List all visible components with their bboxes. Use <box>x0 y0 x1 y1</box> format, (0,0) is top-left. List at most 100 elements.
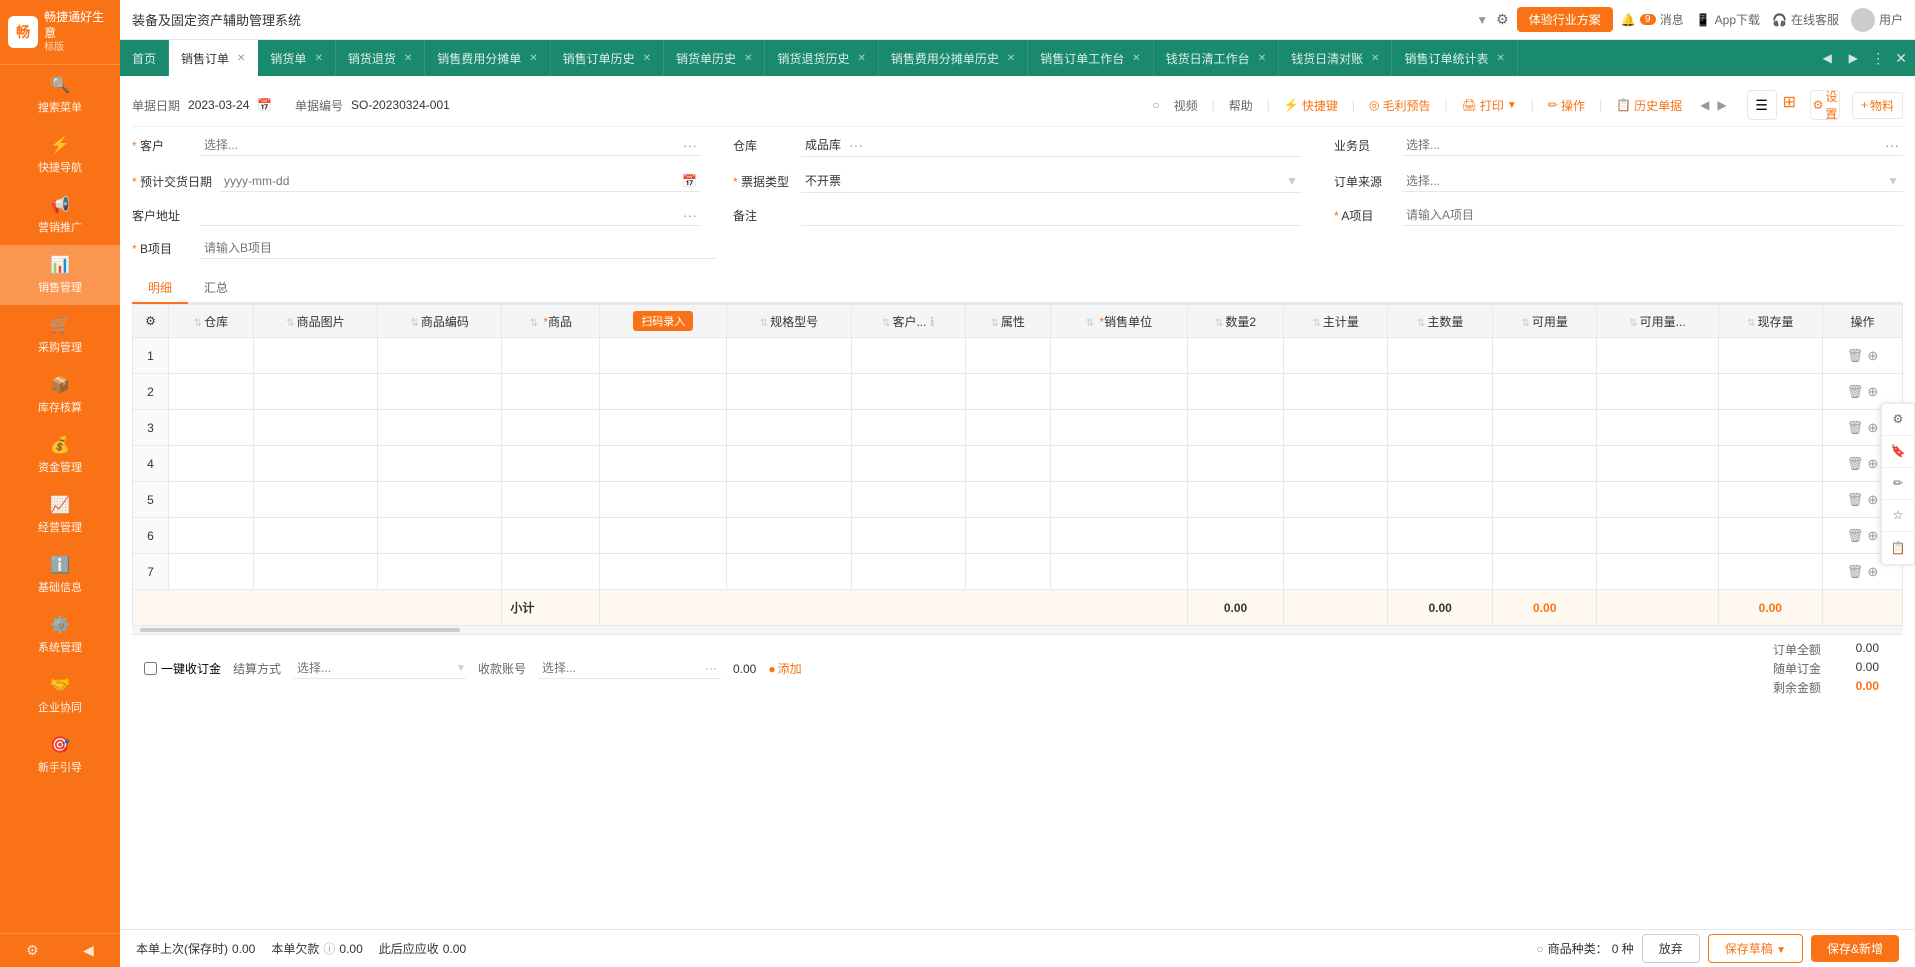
nav-prev-icon[interactable]: ◀ <box>1700 98 1709 112</box>
calendar2-icon[interactable]: 📅 <box>678 174 701 188</box>
discard-button[interactable]: 放弃 <box>1642 934 1700 963</box>
view-btn[interactable]: 视频 <box>1168 95 1204 116</box>
salesman-ellipsis[interactable]: ··· <box>1881 137 1903 153</box>
delete-icon[interactable]: 🗑 <box>1847 384 1864 400</box>
row-2-main-qty[interactable] <box>1388 374 1493 410</box>
address-input[interactable] <box>200 205 679 225</box>
delete-icon[interactable]: 🗑 <box>1847 456 1864 472</box>
tab-expense-history[interactable]: 销售费用分摊单历史 ✕ <box>879 40 1028 76</box>
save-draft-button[interactable]: 保存草稿 ▼ <box>1708 934 1803 963</box>
tab-home[interactable]: 首页 <box>120 40 169 76</box>
tab-detail[interactable]: 明细 <box>132 273 188 304</box>
tab-summary[interactable]: 汇总 <box>188 273 244 302</box>
tab-sales-order-history[interactable]: 销售订单历史 ✕ <box>551 40 664 76</box>
tab-return-history-close[interactable]: ✕ <box>857 53 865 64</box>
sidebar-item-operations[interactable]: 📈 经营管理 <box>0 485 120 545</box>
row-3-attr[interactable] <box>965 410 1050 446</box>
remarks-wrap[interactable] <box>801 205 1302 226</box>
copy-icon[interactable]: ⊕ <box>1867 456 1878 472</box>
tab-sales-return-close[interactable]: ✕ <box>404 53 412 64</box>
one-click-label[interactable]: 一键收订金 <box>144 660 221 677</box>
one-click-checkbox[interactable] <box>144 662 157 675</box>
nav-next-icon[interactable]: ▶ <box>1717 98 1726 112</box>
sidebar-item-enterprise[interactable]: 🤝 企业协同 <box>0 665 120 725</box>
row-1-warehouse[interactable] <box>169 338 254 374</box>
help-btn[interactable]: 帮助 <box>1223 95 1259 116</box>
settings-gear-icon[interactable]: ⚙ <box>1496 11 1509 28</box>
sidebar-item-sales[interactable]: 📊 销售管理 <box>0 245 120 305</box>
salesman-input[interactable] <box>1402 135 1881 155</box>
settings-btn-icon[interactable]: ⚙ 设置 <box>1810 90 1840 120</box>
col-settings[interactable]: ⚙ <box>133 305 169 338</box>
tab-stats-close[interactable]: ✕ <box>1497 53 1505 64</box>
sidebar-item-basic-info[interactable]: ℹ️ 基础信息 <box>0 545 120 605</box>
user-menu[interactable]: 用户 <box>1851 8 1903 32</box>
row-1-attr[interactable] <box>965 338 1050 374</box>
add-collection-btn[interactable]: ● 添加 <box>768 660 801 677</box>
collection-account-input[interactable] <box>538 658 701 678</box>
tab-expense-history-close[interactable]: ✕ <box>1007 53 1015 64</box>
sidebar-item-marketing[interactable]: 📢 营销推广 <box>0 185 120 245</box>
settle-method-input[interactable] <box>293 658 456 678</box>
row-3-qty2[interactable] <box>1188 410 1284 446</box>
order-source-wrap[interactable]: ▼ <box>1402 171 1903 192</box>
calendar-icon[interactable]: 📅 <box>257 98 272 112</box>
address-ellipsis[interactable]: ··· <box>679 207 701 223</box>
row-1-qty2[interactable] <box>1188 338 1284 374</box>
salesman-input-wrap[interactable]: ··· <box>1402 135 1903 156</box>
float-edit-btn[interactable]: ✏ <box>1882 468 1914 500</box>
row-1-unit[interactable] <box>1050 338 1188 374</box>
row-3-warehouse[interactable] <box>169 410 254 446</box>
horizontal-scrollbar[interactable] <box>140 628 460 632</box>
sidebar-collapse-btn[interactable]: ◀ <box>83 942 94 959</box>
tab-close-all-btn[interactable]: ✕ <box>1891 48 1911 69</box>
tab-more-btn[interactable]: ⋮ <box>1867 48 1889 69</box>
row-2-cust-code[interactable] <box>851 374 965 410</box>
copy-icon[interactable]: ⊕ <box>1867 492 1878 508</box>
notification-btn[interactable]: 🔔 9 消息 <box>1621 11 1684 28</box>
save-new-button[interactable]: 保存&新增 <box>1811 935 1899 962</box>
float-bookmark-btn[interactable]: 🔖 <box>1882 436 1914 468</box>
address-wrap[interactable]: ··· <box>200 205 701 226</box>
tab-sales-expense[interactable]: 销售费用分摊单 ✕ <box>425 40 550 76</box>
row-1-main-qty[interactable] <box>1388 338 1493 374</box>
copy-icon[interactable]: ⊕ <box>1867 384 1878 400</box>
sidebar-item-system[interactable]: ⚙️ 系统管理 <box>0 605 120 665</box>
tab-next-btn[interactable]: ▶ <box>1841 51 1865 65</box>
collection-account-wrap[interactable]: ··· <box>538 658 721 679</box>
tab-sales-invoice-close[interactable]: ✕ <box>314 53 322 64</box>
tab-prev-btn[interactable]: ◀ <box>1815 51 1839 65</box>
float-star-btn[interactable]: ☆ <box>1882 500 1914 532</box>
sidebar-item-inventory[interactable]: 📦 库存核算 <box>0 365 120 425</box>
row-2-spec[interactable] <box>727 374 851 410</box>
tab-cash-reconcile[interactable]: 钱货日清对账 ✕ <box>1279 40 1392 76</box>
collection-ellipsis[interactable]: ··· <box>701 661 721 675</box>
a-project-input[interactable] <box>1402 205 1903 225</box>
tab-sales-return[interactable]: 销货退货 ✕ <box>336 40 425 76</box>
row-2-qty2[interactable] <box>1188 374 1284 410</box>
float-settings-btn[interactable]: ⚙ <box>1882 404 1914 436</box>
settle-method-wrap[interactable]: ▼ <box>293 658 466 679</box>
row-1-spec[interactable] <box>727 338 851 374</box>
tab-sales-order-history-close[interactable]: ✕ <box>643 53 651 64</box>
sidebar-item-guide[interactable]: 🎯 新手引导 <box>0 725 120 785</box>
delivery-date-wrap[interactable]: 📅 <box>220 171 701 192</box>
tab-sales-order[interactable]: 销售订单 ✕ <box>169 40 258 76</box>
sidebar-item-purchase[interactable]: 🛒 采购管理 <box>0 305 120 365</box>
customer-input[interactable] <box>200 135 679 155</box>
row-3-spec[interactable] <box>727 410 851 446</box>
sidebar-item-quicknav[interactable]: ⚡ 快捷导航 <box>0 125 120 185</box>
row-2-product[interactable] <box>502 374 600 410</box>
row-3-unit[interactable] <box>1050 410 1188 446</box>
copy-icon[interactable]: ⊕ <box>1867 420 1878 436</box>
delete-icon[interactable]: 🗑 <box>1847 564 1864 580</box>
float-active-btn[interactable]: 📋 <box>1882 532 1914 564</box>
tab-order-workbench[interactable]: 销售订单工作台 ✕ <box>1028 40 1153 76</box>
tab-sales-expense-close[interactable]: ✕ <box>529 53 537 64</box>
operate-btn[interactable]: ✏ 操作 <box>1542 95 1591 116</box>
delivery-date-input[interactable] <box>220 171 678 191</box>
row-1-product[interactable] <box>502 338 600 374</box>
row-2-code[interactable] <box>378 374 502 410</box>
sidebar-item-search[interactable]: 🔍 搜索菜单 <box>0 65 120 125</box>
shortcut-btn[interactable]: ⚡ 快捷键 <box>1278 95 1344 116</box>
